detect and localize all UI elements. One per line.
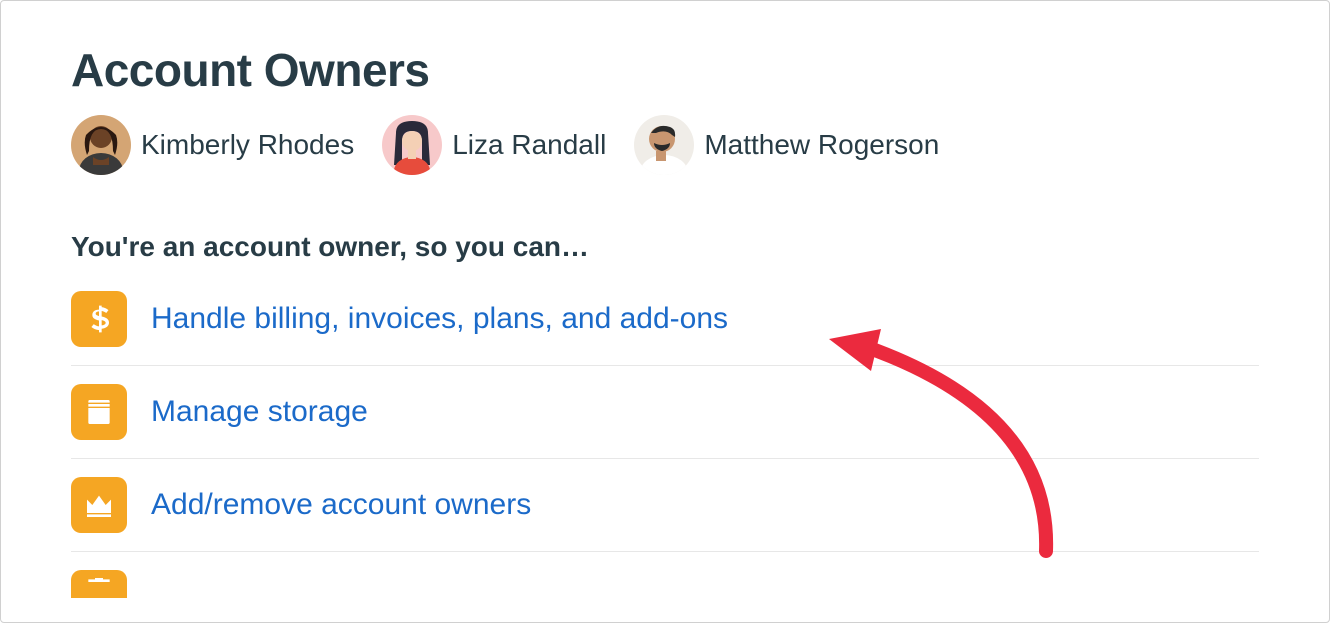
owners-row: Kimberly Rhodes Liza Randall <box>71 115 1259 175</box>
billing-link[interactable]: Handle billing, invoices, plans, and add… <box>151 302 728 336</box>
action-list: Handle billing, invoices, plans, and add… <box>71 291 1259 616</box>
storage-icon <box>71 384 127 440</box>
action-item-partial <box>71 552 1259 616</box>
storage-link[interactable]: Manage storage <box>151 395 368 429</box>
owner-item: Kimberly Rhodes <box>71 115 354 175</box>
owners-link[interactable]: Add/remove account owners <box>151 488 531 522</box>
avatar <box>71 115 131 175</box>
account-owners-panel: Account Owners Kimberly Rhodes <box>1 1 1329 616</box>
owner-item: Matthew Rogerson <box>634 115 939 175</box>
owner-name: Liza Randall <box>452 129 606 161</box>
avatar <box>634 115 694 175</box>
owner-subtitle: You're an account owner, so you can… <box>71 231 1259 263</box>
crown-icon <box>71 477 127 533</box>
action-item-storage: Manage storage <box>71 366 1259 459</box>
action-item-owners: Add/remove account owners <box>71 459 1259 552</box>
trash-icon <box>71 570 127 598</box>
owner-name: Kimberly Rhodes <box>141 129 354 161</box>
page-title: Account Owners <box>71 43 1259 97</box>
action-item-billing: Handle billing, invoices, plans, and add… <box>71 291 1259 366</box>
avatar <box>382 115 442 175</box>
dollar-icon <box>71 291 127 347</box>
owner-item: Liza Randall <box>382 115 606 175</box>
owner-name: Matthew Rogerson <box>704 129 939 161</box>
